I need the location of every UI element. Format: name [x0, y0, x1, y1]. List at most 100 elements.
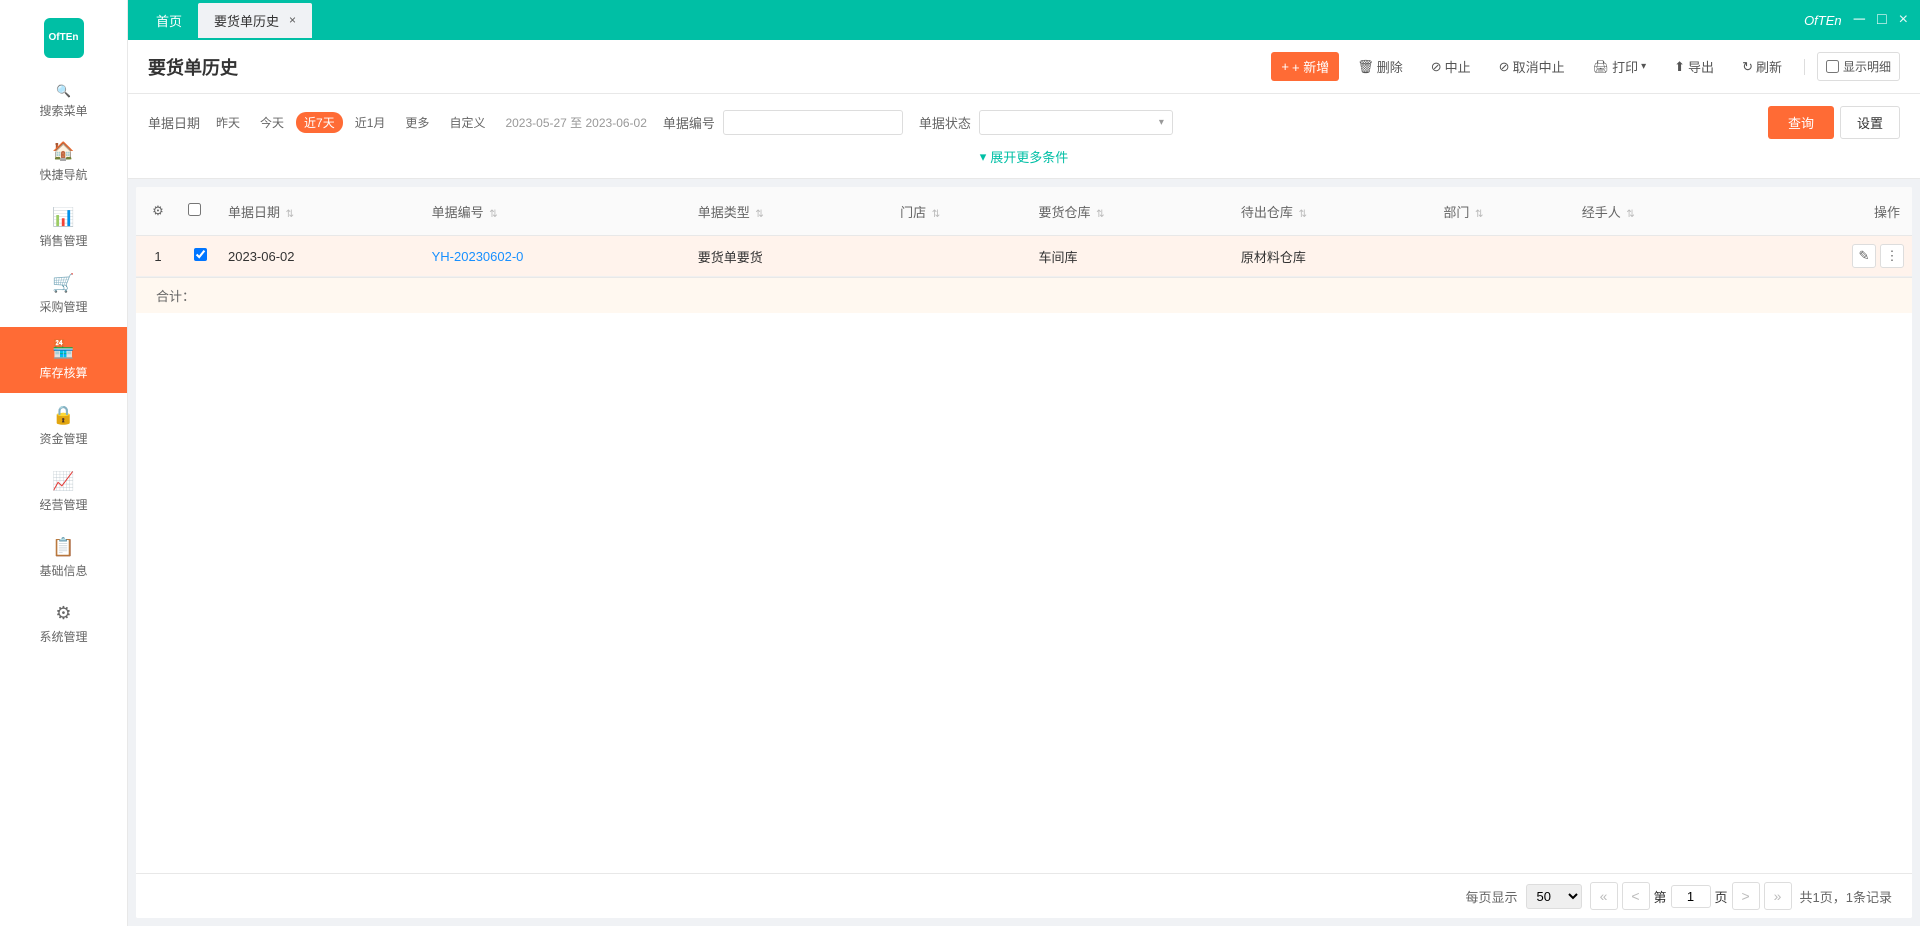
expand-more-btn[interactable]: ▾ 展开更多条件 [980, 147, 1069, 166]
sidebar-item-label: 快捷导航 [39, 166, 87, 183]
sidebar-item-label: 系统管理 [39, 628, 87, 645]
sort-icon: ⇅ [1096, 209, 1104, 220]
sidebar-item-label: 库存核算 [39, 364, 87, 381]
date-range-display: 2023-05-27 至 2023-06-02 [505, 114, 646, 131]
sales-icon: 📊 [52, 207, 74, 228]
shortcut-7days[interactable]: 近7天 [296, 112, 343, 133]
row-actions: ✎ ⋮ [1752, 244, 1904, 268]
page-header: 要货单历史 + + 新增 🗑 删除 ⊘ 中止 ⊘ [128, 40, 1920, 94]
filter-docstatus-input[interactable] [988, 115, 1164, 130]
row-doc-type: 要货单要货 [690, 236, 892, 277]
shortcut-yesterday[interactable]: 昨天 [208, 112, 248, 133]
row-store [892, 236, 1030, 277]
window-minimize-btn[interactable]: ─ [1854, 11, 1865, 29]
table-body: 1 2023-06-02 YH-20230602-0 要货单要货 车间 [136, 236, 1912, 277]
shortcut-more[interactable]: 更多 [397, 112, 437, 133]
export-button[interactable]: ⬆ 导出 [1664, 52, 1724, 81]
th-checkbox [180, 187, 220, 236]
show-detail-button[interactable]: 显示明细 [1817, 52, 1900, 81]
sidebar-item-quicknav[interactable]: 🏠 快捷导航 [0, 129, 127, 195]
sidebar-item-basic[interactable]: 📋 基础信息 [0, 525, 127, 591]
page-input[interactable] [1671, 885, 1711, 908]
tab-home[interactable]: 首页 [140, 3, 198, 38]
select-all-checkbox[interactable] [188, 203, 201, 216]
th-doc-number[interactable]: 单据编号 ⇅ [424, 187, 690, 236]
th-store[interactable]: 门店 ⇅ [892, 187, 1030, 236]
stop-button[interactable]: ⊘ 中止 [1421, 52, 1481, 81]
page-suffix: 页 [1715, 887, 1728, 906]
finance-icon: 🔒 [52, 405, 74, 426]
sidebar-item-inventory[interactable]: 🏪 库存核算 [0, 327, 127, 393]
last-page-btn[interactable]: » [1764, 882, 1792, 910]
cancel-stop-button[interactable]: ⊘ 取消中止 [1489, 52, 1575, 81]
tab-history[interactable]: 要货单历史 × [198, 3, 312, 38]
sort-icon: ⇅ [1299, 209, 1307, 220]
page-prefix: 第 [1654, 887, 1667, 906]
purchase-icon: 🛒 [52, 273, 74, 294]
shortcut-today[interactable]: 今天 [252, 112, 292, 133]
brand-label: OfTEn [1804, 13, 1842, 28]
filter-docnumber-label: 单据编号 [663, 113, 715, 132]
sidebar-item-finance[interactable]: 🔒 资金管理 [0, 393, 127, 459]
row-checkbox-cell [180, 236, 220, 277]
filter-docstatus-item: 单据状态 ▾ [919, 110, 1173, 135]
refresh-button[interactable]: ↻ 刷新 [1732, 52, 1792, 81]
window-maximize-btn[interactable]: □ [1877, 11, 1887, 29]
export-icon: ⬆ [1674, 59, 1685, 75]
row-more-btn[interactable]: ⋮ [1880, 244, 1904, 268]
per-page-select[interactable]: 20 50 100 200 [1526, 884, 1582, 909]
tab-home-label: 首页 [156, 14, 182, 29]
th-doc-type-label: 单据类型 [698, 205, 750, 220]
shortcut-1month[interactable]: 近1月 [347, 112, 394, 133]
th-handler[interactable]: 经手人 ⇅ [1574, 187, 1744, 236]
table-header: ⚙ 单据日期 ⇅ 单据编号 ⇅ [136, 187, 1912, 236]
new-button[interactable]: + + 新增 [1271, 52, 1339, 81]
show-detail-checkbox[interactable] [1826, 60, 1839, 73]
delete-icon: 🗑 [1357, 59, 1374, 75]
sidebar-item-operation[interactable]: 📈 经营管理 [0, 459, 127, 525]
th-doc-type[interactable]: 单据类型 ⇅ [690, 187, 892, 236]
page-title: 要货单历史 [148, 54, 238, 80]
print-button[interactable]: 🖨 打印 ▾ [1583, 52, 1657, 81]
sidebar-item-system[interactable]: ⚙ 系统管理 [0, 591, 127, 657]
expand-down-icon: ▾ [980, 149, 987, 165]
filter-docnumber-input[interactable] [723, 110, 903, 135]
sort-icon: ⇅ [489, 209, 497, 220]
print-label: 打印 [1612, 57, 1638, 76]
row-handler [1574, 236, 1744, 277]
th-settings: ⚙ [136, 187, 180, 236]
th-req-warehouse[interactable]: 要货仓库 ⇅ [1030, 187, 1232, 236]
main-content: 首页 要货单历史 × OfTEn ─ □ × 要货单历史 + [128, 0, 1920, 926]
basic-icon: 📋 [52, 537, 74, 558]
sidebar-item-label: 搜索菜单 [39, 102, 87, 119]
brand-logo: OfTEn [44, 18, 84, 58]
refresh-label: 刷新 [1756, 57, 1782, 76]
th-department[interactable]: 部门 ⇅ [1435, 187, 1573, 236]
row-edit-btn[interactable]: ✎ [1852, 244, 1876, 268]
sidebar-item-purchase[interactable]: 🛒 采购管理 [0, 261, 127, 327]
data-table: ⚙ 单据日期 ⇅ 单据编号 ⇅ [136, 187, 1912, 277]
settings-button[interactable]: 设置 [1840, 106, 1900, 139]
first-page-btn[interactable]: « [1590, 882, 1618, 910]
query-button[interactable]: 查询 [1768, 106, 1834, 139]
th-req-warehouse-label: 要货仓库 [1038, 205, 1090, 220]
sidebar-item-sales[interactable]: 📊 销售管理 [0, 195, 127, 261]
window-close-btn[interactable]: × [1899, 11, 1908, 29]
table-gear-btn[interactable]: ⚙ [144, 197, 172, 225]
th-doc-date[interactable]: 单据日期 ⇅ [220, 187, 424, 236]
delete-button[interactable]: 🗑 删除 [1347, 52, 1413, 81]
dropdown-arrow-icon: ▾ [1159, 117, 1164, 128]
filter-row-1: 单据日期 昨天 今天 近7天 近1月 更多 自定义 2023-05-27 至 2… [148, 106, 1900, 139]
shortcut-custom[interactable]: 自定义 [441, 112, 493, 133]
doc-number-link[interactable]: YH-20230602-0 [432, 249, 524, 264]
print-dropdown-icon: ▾ [1641, 61, 1646, 72]
new-icon: + [1281, 59, 1289, 74]
row-checkbox[interactable] [194, 248, 207, 261]
table-container: ⚙ 单据日期 ⇅ 单据编号 ⇅ [136, 187, 1912, 918]
sidebar: OfTEn 🔍 搜索菜单 🏠 快捷导航 📊 销售管理 🛒 采购管理 🏪 库存核算… [0, 0, 128, 926]
tab-close-icon[interactable]: × [289, 13, 296, 27]
sidebar-item-search[interactable]: 🔍 搜索菜单 [0, 74, 127, 129]
prev-page-btn[interactable]: < [1622, 882, 1650, 910]
th-pending-warehouse[interactable]: 待出仓库 ⇅ [1233, 187, 1435, 236]
next-page-btn[interactable]: > [1732, 882, 1760, 910]
